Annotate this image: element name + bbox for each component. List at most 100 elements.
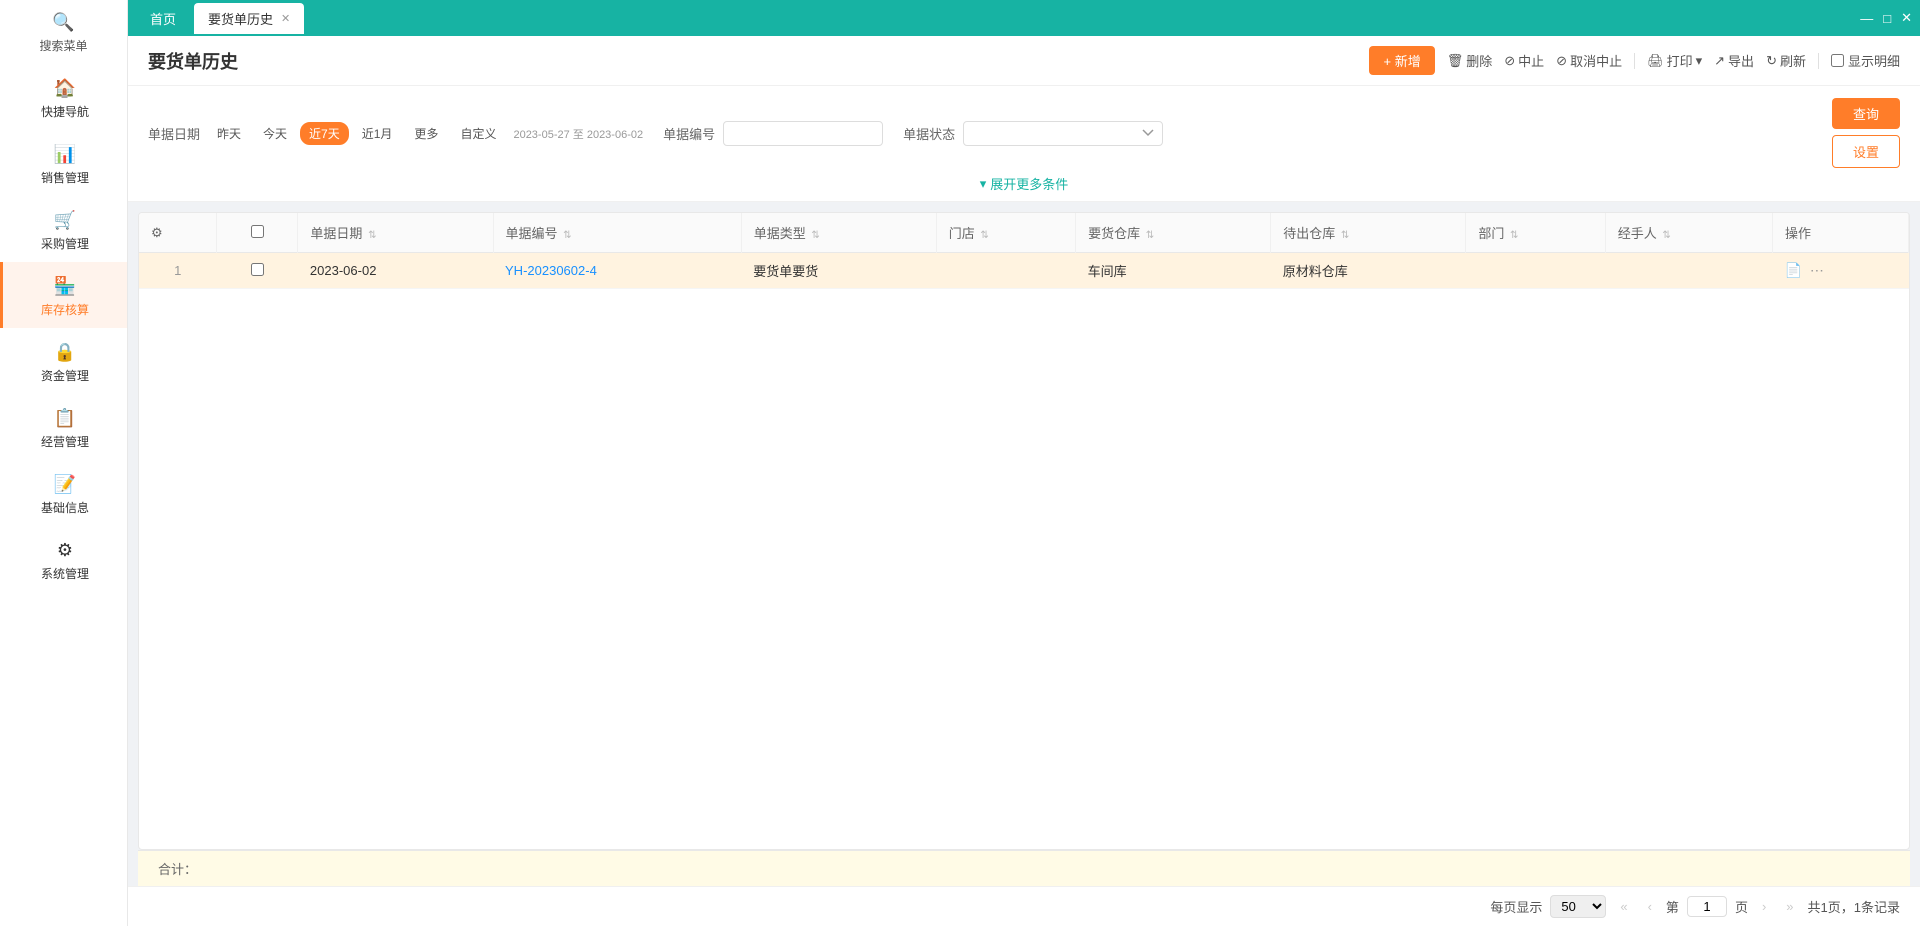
th-doc-type: 单据类型 ⇅	[741, 213, 936, 253]
sidebar-item-label: 销售管理	[41, 169, 89, 186]
tab-requisition-history[interactable]: 要货单历史 ✕	[194, 3, 304, 34]
delete-button[interactable]: 🗑 删除	[1447, 51, 1493, 70]
filter-actions: 查询 设置	[1832, 98, 1900, 168]
row-handler	[1605, 253, 1772, 289]
stop-button[interactable]: ⊘ 中止	[1504, 51, 1544, 70]
page-size-select[interactable]: 10 20 50 100	[1550, 895, 1606, 918]
page-label: 第	[1666, 897, 1679, 916]
print-dropdown-icon: ▾	[1696, 53, 1703, 69]
view-op-icon[interactable]: 📄	[1784, 262, 1801, 279]
sort-icon[interactable]: ⇅	[811, 230, 819, 241]
filter-row: 单据日期 昨天 今天 近7天 近1月 更多 自定义 2023-05-27 至 2…	[148, 98, 1900, 168]
sort-icon[interactable]: ⇅	[1510, 230, 1518, 241]
lock-icon: 🔒	[54, 342, 76, 363]
sidebar-item-purchase[interactable]: 🛒 采购管理	[0, 196, 127, 262]
page-suffix: 页	[1735, 897, 1748, 916]
table-header-row: ⚙ 单据日期 ⇅ 单据编号 ⇅	[139, 213, 1909, 253]
date-filter-group: 单据日期 昨天 今天 近7天 近1月 更多 自定义 2023-05-27 至 2…	[148, 122, 643, 145]
export-icon: ↗	[1714, 53, 1725, 69]
cancel-stop-button[interactable]: ⊘ 取消中止	[1556, 51, 1622, 70]
footer-summary: 合计：	[138, 850, 1910, 886]
sidebar-item-operations[interactable]: 📋 经营管理	[0, 394, 127, 460]
page-input[interactable]	[1687, 896, 1727, 917]
sidebar-item-finance[interactable]: 🔒 资金管理	[0, 328, 127, 394]
doc-no-input[interactable]	[723, 121, 883, 146]
sort-icon[interactable]: ⇅	[563, 230, 571, 241]
doc-status-select[interactable]	[963, 121, 1163, 146]
new-button[interactable]: + 新增	[1369, 46, 1434, 75]
first-page-btn[interactable]: «	[1614, 897, 1633, 916]
date-filter-label: 单据日期	[148, 124, 200, 143]
last-page-btn[interactable]: »	[1780, 897, 1799, 916]
data-table: ⚙ 单据日期 ⇅ 单据编号 ⇅	[139, 213, 1909, 289]
sidebar-item-label: 经营管理	[41, 433, 89, 450]
sort-icon[interactable]: ⇅	[1662, 230, 1670, 241]
sort-icon[interactable]: ⇅	[1341, 230, 1349, 241]
row-pending-warehouse: 原材料仓库	[1271, 253, 1466, 289]
window-maximize-icon[interactable]: □	[1883, 11, 1891, 26]
sidebar-item-quick-nav[interactable]: 🏠 快捷导航	[0, 64, 127, 130]
delete-icon: 🗑	[1447, 53, 1464, 69]
row-doc-no: YH-20230602-4	[493, 253, 741, 289]
row-doc-date: 2023-06-02	[298, 253, 493, 289]
sidebar-item-label: 快捷导航	[41, 103, 89, 120]
next-page-btn[interactable]: ›	[1756, 897, 1772, 916]
date-btn-yesterday[interactable]: 昨天	[208, 122, 250, 145]
sidebar-search[interactable]: 🔍 搜索菜单	[0, 0, 127, 64]
export-button[interactable]: ↗ 导出	[1714, 51, 1754, 70]
settings-col-icon: ⚙	[151, 225, 163, 240]
date-btn-more[interactable]: 更多	[405, 122, 447, 145]
th-settings[interactable]: ⚙	[139, 213, 216, 253]
cart-icon: 🛒	[54, 210, 76, 231]
th-req-warehouse: 要货仓库 ⇅	[1076, 213, 1271, 253]
table-container: ⚙ 单据日期 ⇅ 单据编号 ⇅	[138, 212, 1910, 850]
doc-status-label: 单据状态	[903, 124, 955, 143]
sidebar-item-system[interactable]: ⚙ 系统管理	[0, 526, 127, 592]
date-btn-today[interactable]: 今天	[254, 122, 296, 145]
operations-icon: 📋	[54, 408, 76, 429]
query-button[interactable]: 查询	[1832, 98, 1900, 129]
date-btn-1month[interactable]: 近1月	[353, 122, 402, 145]
sidebar-item-inventory[interactable]: 🏪 库存核算	[0, 262, 127, 328]
page-content: 要货单历史 + 新增 🗑 删除 ⊘ 中止 ⊘ 取消中止 🖨 打	[128, 36, 1920, 926]
doc-no-filter-group: 单据编号	[663, 121, 883, 146]
doc-no-link[interactable]: YH-20230602-4	[505, 263, 597, 278]
date-btn-7days[interactable]: 近7天	[300, 122, 349, 145]
sidebar-item-label: 基础信息	[41, 499, 89, 516]
date-btn-custom[interactable]: 自定义	[451, 122, 505, 145]
row-checkbox-cell	[216, 253, 297, 289]
expand-more-button[interactable]: ▾ 展开更多条件	[148, 174, 1900, 193]
refresh-button[interactable]: ↻ 刷新	[1766, 51, 1806, 70]
filter-settings-button[interactable]: 设置	[1832, 135, 1900, 168]
more-op-icon[interactable]: ⋯	[1810, 262, 1824, 279]
window-minimize-icon[interactable]: —	[1860, 11, 1873, 26]
select-all-checkbox[interactable]	[251, 225, 264, 238]
sort-icon[interactable]: ⇅	[368, 230, 376, 241]
row-checkbox[interactable]	[251, 263, 264, 276]
window-close-icon[interactable]: ✕	[1901, 10, 1912, 26]
sort-icon[interactable]: ⇅	[980, 230, 988, 241]
refresh-icon: ↻	[1766, 53, 1777, 69]
sidebar-item-basic-info[interactable]: 📝 基础信息	[0, 460, 127, 526]
sidebar-item-label: 采购管理	[41, 235, 89, 252]
tab-close-icon[interactable]: ✕	[281, 12, 290, 25]
date-range-display: 2023-05-27 至 2023-06-02	[513, 126, 643, 142]
stop-icon: ⊘	[1504, 53, 1515, 69]
total-info: 共1页，1条记录	[1808, 897, 1900, 916]
prev-page-btn[interactable]: ‹	[1642, 897, 1658, 916]
display-detail-toggle[interactable]: 显示明细	[1831, 51, 1900, 70]
search-icon: 🔍	[52, 12, 74, 33]
table-row: 1 2023-06-02 YH-20230602-4 要货单要货 车间库 原材料…	[139, 253, 1909, 289]
tab-home[interactable]: 首页	[136, 3, 190, 34]
home-icon: 🏠	[54, 78, 76, 99]
print-button[interactable]: 🖨 打印 ▾	[1647, 51, 1702, 70]
gear-icon: ⚙	[57, 540, 73, 561]
sort-icon[interactable]: ⇅	[1146, 230, 1154, 241]
tab-home-label: 首页	[150, 9, 176, 28]
display-detail-checkbox[interactable]	[1831, 54, 1844, 67]
sidebar-item-sales[interactable]: 📊 销售管理	[0, 130, 127, 196]
doc-no-label: 单据编号	[663, 124, 715, 143]
inventory-icon: 🏪	[54, 276, 76, 297]
chart-icon: 📊	[54, 144, 76, 165]
summary-label: 合计：	[158, 862, 197, 877]
